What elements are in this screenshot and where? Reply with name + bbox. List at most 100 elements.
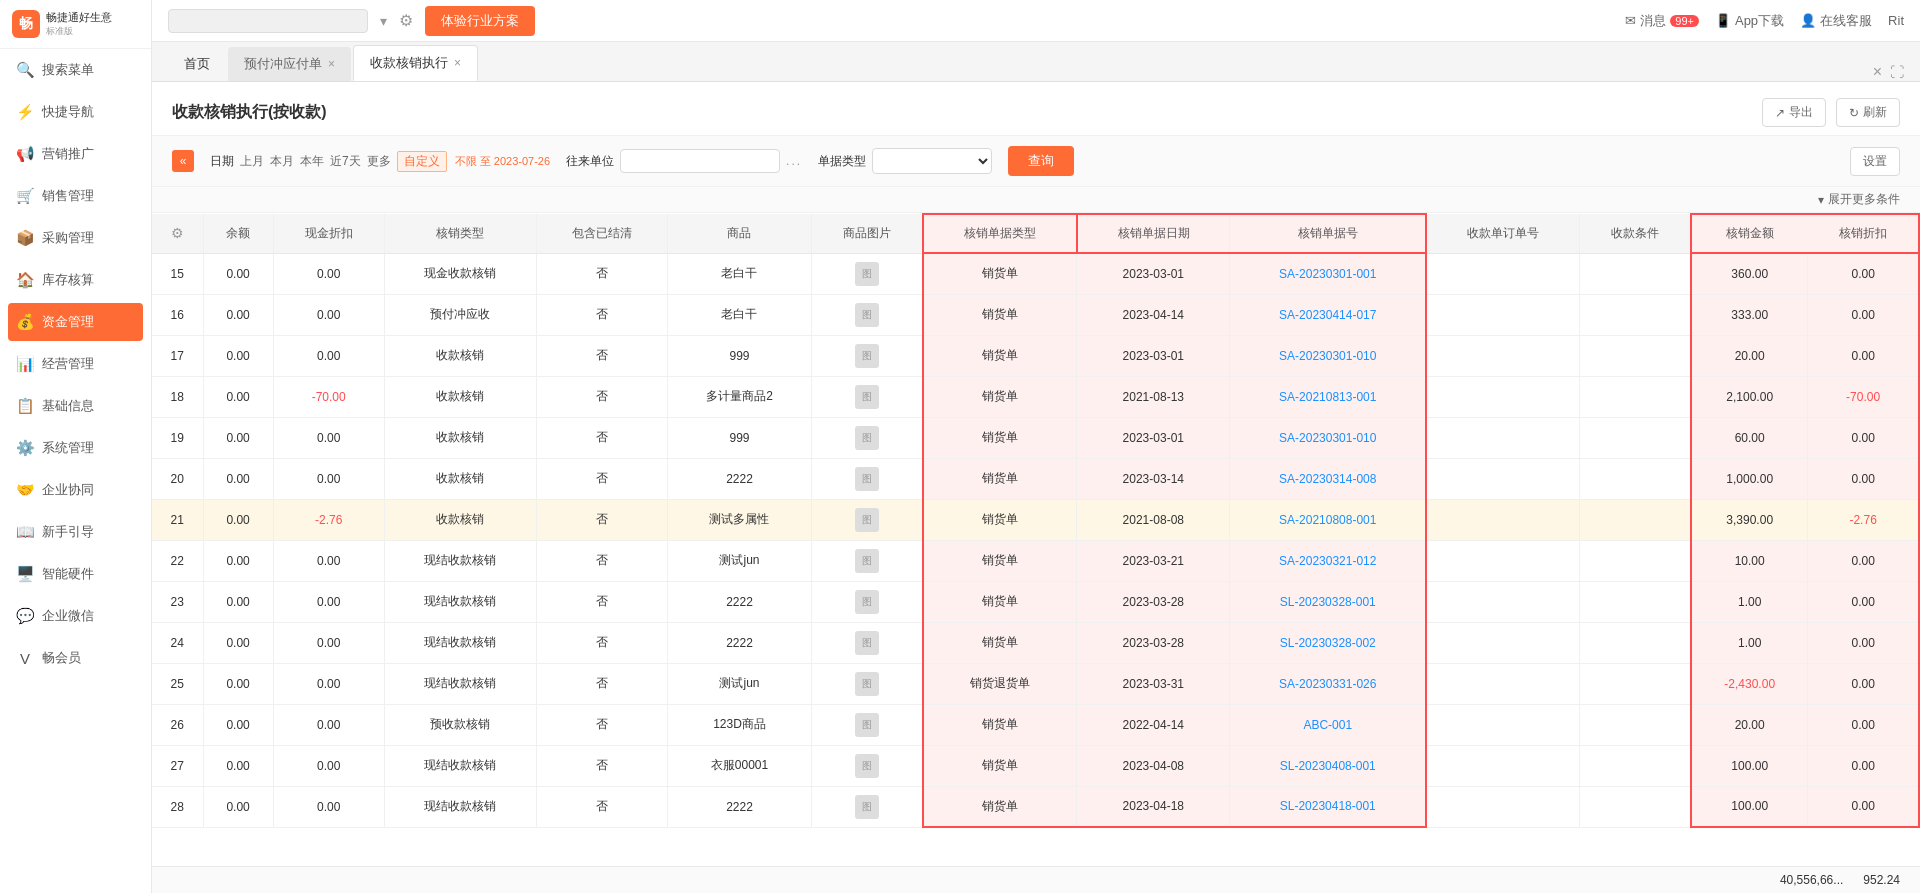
cell-verify-type: 预付冲应收 bbox=[384, 294, 536, 335]
cell-verify-bill-no[interactable]: SA-20230414-017 bbox=[1230, 294, 1426, 335]
cell-verify-discount: 0.00 bbox=[1808, 253, 1919, 294]
filter-date-this-year[interactable]: 本年 bbox=[300, 153, 324, 170]
content: 收款核销执行(按收款) ↗ 导出 ↻ 刷新 « 日期 上月 本月 本年 近7天 bbox=[152, 82, 1920, 893]
cell-goods: 999 bbox=[668, 417, 811, 458]
expand-more-bar: ▾ 展开更多条件 bbox=[152, 187, 1920, 213]
th-settings[interactable]: ⚙ bbox=[152, 214, 203, 253]
sidebar-item-base[interactable]: 📋 基础信息 bbox=[0, 385, 151, 427]
cell-verify-bill-type: 销货单 bbox=[923, 253, 1077, 294]
filter-date-group: 日期 上月 本月 本年 近7天 更多 自定义 bbox=[210, 151, 447, 172]
cell-verify-amount: 1,000.00 bbox=[1691, 458, 1808, 499]
message-badge: 99+ bbox=[1670, 15, 1699, 27]
sidebar-item-collab[interactable]: 🤝 企业协同 bbox=[0, 469, 151, 511]
settings-button[interactable]: 设置 bbox=[1850, 147, 1900, 176]
sidebar-item-ops[interactable]: 📊 经营管理 bbox=[0, 343, 151, 385]
table-row: 17 0.00 0.00 收款核销 否 999 图 销货单 2023-03-01… bbox=[152, 335, 1919, 376]
tab-prepaid-close[interactable]: × bbox=[328, 57, 335, 71]
cell-goods-img: 图 bbox=[811, 704, 923, 745]
industry-solution-button[interactable]: 体验行业方案 bbox=[425, 6, 535, 36]
cell-verify-bill-no[interactable]: SL-20230328-002 bbox=[1230, 622, 1426, 663]
cell-include-settled: 否 bbox=[536, 704, 668, 745]
tab-controls: × ⛶ bbox=[1873, 63, 1904, 81]
cell-verify-bill-no[interactable]: SA-20210813-001 bbox=[1230, 376, 1426, 417]
tab-prepaid[interactable]: 预付冲应付单 × bbox=[228, 47, 351, 81]
query-button[interactable]: 查询 bbox=[1008, 146, 1074, 176]
cell-verify-bill-no[interactable]: SA-20230331-026 bbox=[1230, 663, 1426, 704]
refresh-button[interactable]: ↻ 刷新 bbox=[1836, 98, 1900, 127]
cell-verify-bill-type: 销货单 bbox=[923, 499, 1077, 540]
cell-verify-amount: 3,390.00 bbox=[1691, 499, 1808, 540]
cell-goods-img: 图 bbox=[811, 376, 923, 417]
cell-verify-bill-no[interactable]: ABC-001 bbox=[1230, 704, 1426, 745]
tab-collection[interactable]: 收款核销执行 × bbox=[353, 45, 478, 81]
export-button[interactable]: ↗ 导出 bbox=[1762, 98, 1826, 127]
tab-home[interactable]: 首页 bbox=[168, 47, 226, 81]
message-button[interactable]: ✉ 消息 99+ bbox=[1625, 12, 1699, 30]
table-row: 19 0.00 0.00 收款核销 否 999 图 销货单 2023-03-01… bbox=[152, 417, 1919, 458]
cell-verify-bill-no[interactable]: SL-20230418-001 bbox=[1230, 786, 1426, 827]
content-header: 收款核销执行(按收款) ↗ 导出 ↻ 刷新 bbox=[152, 82, 1920, 136]
sidebar-label-system: 系统管理 bbox=[42, 439, 94, 457]
cell-receipt-condition bbox=[1579, 786, 1691, 827]
cell-receipt-condition bbox=[1579, 663, 1691, 704]
filter-bill-type-select[interactable] bbox=[872, 148, 992, 174]
logo: 畅 畅捷通好生意 标准版 bbox=[0, 0, 151, 49]
user-profile[interactable]: Rit bbox=[1888, 13, 1904, 28]
filter-date-last-month[interactable]: 上月 bbox=[240, 153, 264, 170]
cell-verify-bill-no[interactable]: SA-20210808-001 bbox=[1230, 499, 1426, 540]
sidebar-item-member[interactable]: V 畅会员 bbox=[0, 637, 151, 679]
sidebar-item-search[interactable]: 🔍 搜索菜单 bbox=[0, 49, 151, 91]
filter-date-this-month[interactable]: 本月 bbox=[270, 153, 294, 170]
filter-unit-input[interactable] bbox=[620, 149, 780, 173]
topbar-search-input[interactable] bbox=[168, 9, 368, 33]
sidebar-item-wechat[interactable]: 💬 企业微信 bbox=[0, 595, 151, 637]
sidebar-item-finance[interactable]: 💰 资金管理 bbox=[8, 303, 143, 341]
sidebar-item-guide[interactable]: 📖 新手引导 bbox=[0, 511, 151, 553]
th-verify-bill-type: 核销单据类型 bbox=[923, 214, 1077, 253]
online-service-button[interactable]: 👤 在线客服 bbox=[1800, 12, 1872, 30]
cell-balance: 0.00 bbox=[203, 745, 273, 786]
sidebar-item-system[interactable]: ⚙️ 系统管理 bbox=[0, 427, 151, 469]
filter-date-more[interactable]: 更多 bbox=[367, 153, 391, 170]
filter-unit-label: 往来单位 bbox=[566, 153, 614, 170]
cell-receipt-condition bbox=[1579, 704, 1691, 745]
cell-balance: 0.00 bbox=[203, 458, 273, 499]
cell-verify-bill-no[interactable]: SA-20230321-012 bbox=[1230, 540, 1426, 581]
cell-receipt-order-no bbox=[1426, 704, 1579, 745]
sidebar-item-hardware[interactable]: 🖥️ 智能硬件 bbox=[0, 553, 151, 595]
tab-close-button[interactable]: × bbox=[1873, 63, 1882, 81]
sidebar-item-purchase[interactable]: 📦 采购管理 bbox=[0, 217, 151, 259]
sidebar-item-quick-nav[interactable]: ⚡ 快捷导航 bbox=[0, 91, 151, 133]
collapse-button[interactable]: « bbox=[172, 150, 194, 172]
table-row: 23 0.00 0.00 现结收款核销 否 2222 图 销货单 2023-03… bbox=[152, 581, 1919, 622]
cell-cash-discount: 0.00 bbox=[273, 540, 384, 581]
tab-collection-close[interactable]: × bbox=[454, 56, 461, 70]
cell-receipt-condition bbox=[1579, 540, 1691, 581]
cell-seq: 16 bbox=[152, 294, 203, 335]
filter-date-custom[interactable]: 自定义 bbox=[397, 151, 447, 172]
cell-verify-bill-no[interactable]: SL-20230408-001 bbox=[1230, 745, 1426, 786]
expand-more-button[interactable]: ▾ 展开更多条件 bbox=[1818, 191, 1900, 208]
cell-receipt-condition bbox=[1579, 335, 1691, 376]
cell-balance: 0.00 bbox=[203, 622, 273, 663]
cell-verify-bill-no[interactable]: SA-20230301-001 bbox=[1230, 253, 1426, 294]
cell-verify-amount: 60.00 bbox=[1691, 417, 1808, 458]
sidebar-item-sales[interactable]: 🛒 销售管理 bbox=[0, 175, 151, 217]
tab-maximize-button[interactable]: ⛶ bbox=[1890, 64, 1904, 80]
dropdown-icon[interactable]: ▾ bbox=[380, 13, 387, 29]
settings-icon[interactable]: ⚙ bbox=[399, 11, 413, 30]
cell-verify-bill-no[interactable]: SA-20230314-008 bbox=[1230, 458, 1426, 499]
cell-verify-bill-no[interactable]: SL-20230328-001 bbox=[1230, 581, 1426, 622]
cell-verify-bill-date: 2021-08-13 bbox=[1077, 376, 1230, 417]
cell-verify-bill-no[interactable]: SA-20230301-010 bbox=[1230, 335, 1426, 376]
table-wrapper: ⚙ 余额 现金折扣 核销类型 包含已结清 商品 商品图片 核销单据类型 核销单据… bbox=[152, 213, 1920, 866]
th-verify-type: 核销类型 bbox=[384, 214, 536, 253]
sidebar-item-inventory[interactable]: 🏠 库存核算 bbox=[0, 259, 151, 301]
cell-verify-bill-type: 销货单 bbox=[923, 581, 1077, 622]
sidebar-item-marketing[interactable]: 📢 营销推广 bbox=[0, 133, 151, 175]
tab-home-label: 首页 bbox=[184, 55, 210, 73]
column-settings-icon[interactable]: ⚙ bbox=[171, 225, 184, 241]
cell-verify-bill-no[interactable]: SA-20230301-010 bbox=[1230, 417, 1426, 458]
filter-date-7days[interactable]: 近7天 bbox=[330, 153, 361, 170]
app-download-button[interactable]: 📱 App下载 bbox=[1715, 12, 1784, 30]
